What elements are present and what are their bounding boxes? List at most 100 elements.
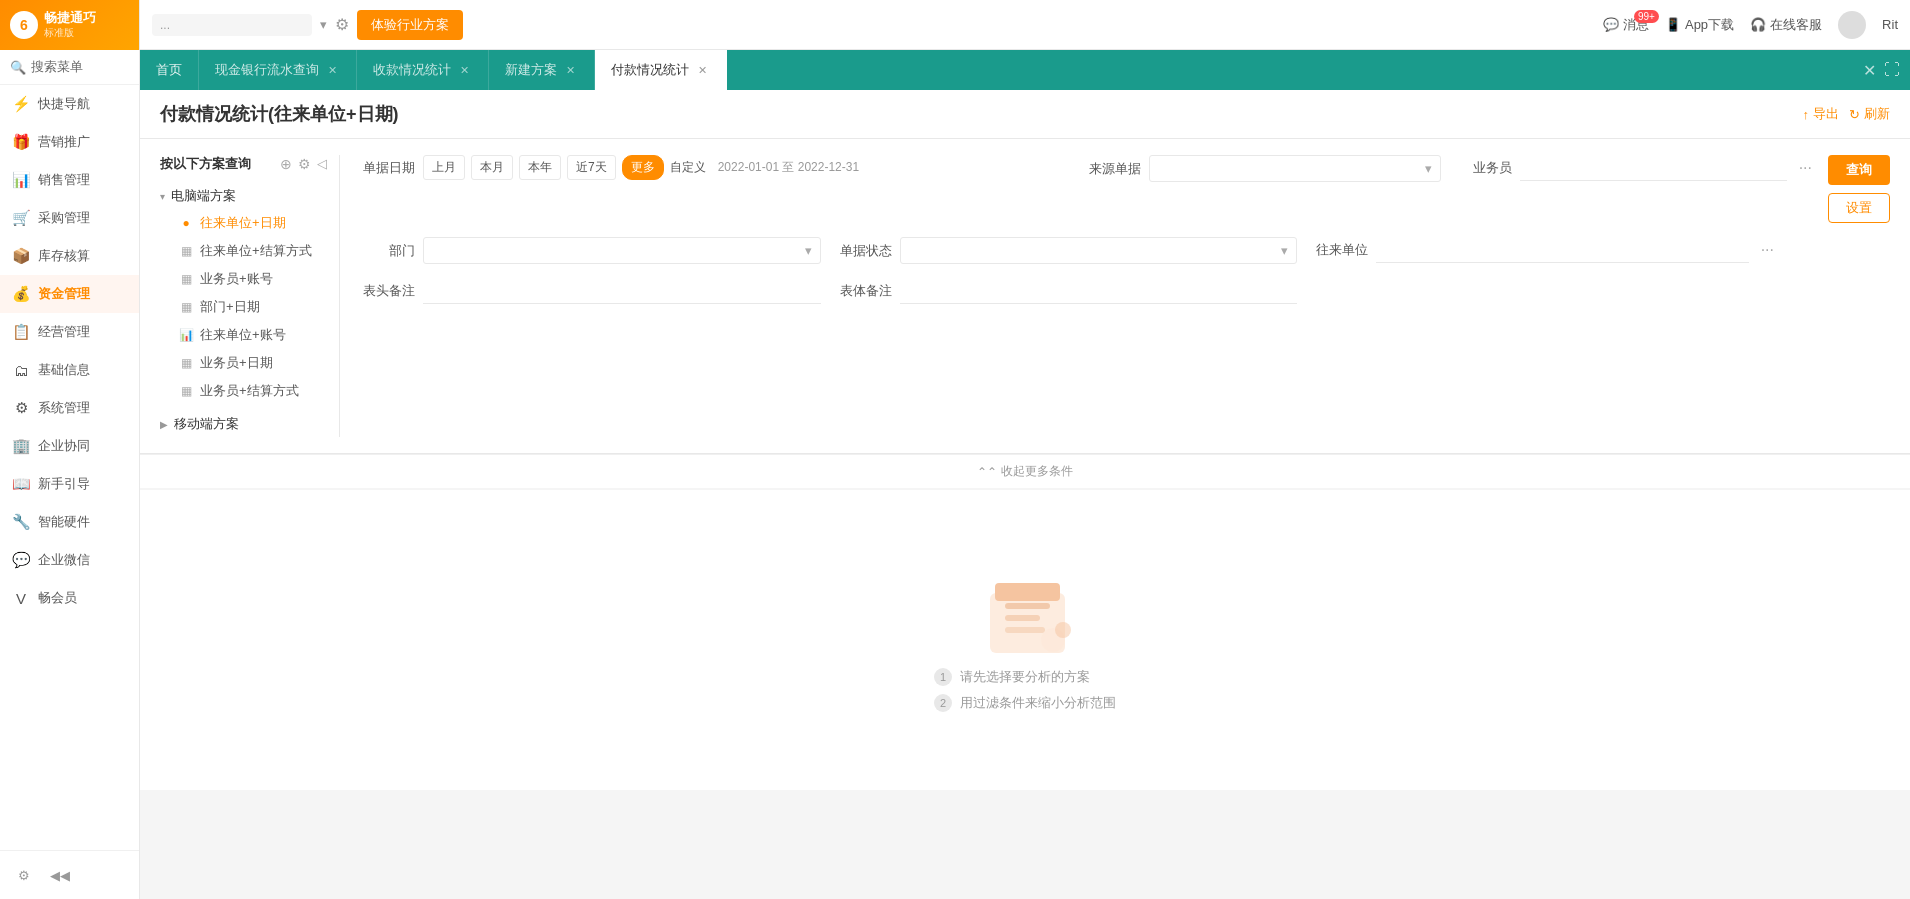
sidebar-item-enterprise[interactable]: 🏢 企业协同 — [0, 427, 139, 465]
tab-bank-close-icon[interactable]: ✕ — [325, 63, 340, 78]
mobile-scheme-group: ▶ 移动端方案 — [160, 411, 327, 437]
scheme-item-partner-account[interactable]: 📊 往来单位+账号 — [160, 321, 327, 349]
source-select[interactable]: ▾ — [1149, 155, 1441, 182]
footer-collapse-btn[interactable]: ◀◀ — [46, 861, 74, 889]
trial-button[interactable]: 体验行业方案 — [357, 10, 463, 40]
footer-settings-btn[interactable]: ⚙ — [10, 861, 38, 889]
date-btn-this-month[interactable]: 本月 — [471, 155, 513, 180]
scheme-item-chart-icon: 📊 — [178, 327, 194, 343]
sidebar-item-label: 库存核算 — [38, 247, 90, 265]
app-download-button[interactable]: 📱 App下载 — [1665, 16, 1734, 34]
scheme-item-dept-date[interactable]: ▦ 部门+日期 — [160, 293, 327, 321]
collapse-scheme-icon[interactable]: ◁ — [317, 156, 327, 172]
tab-payment[interactable]: 付款情况统计 ✕ — [595, 50, 727, 90]
search-menu[interactable]: 🔍 搜索菜单 — [0, 50, 139, 85]
scheme-item-staff-settle[interactable]: ▦ 业务员+结算方式 — [160, 377, 327, 405]
sidebar-item-sales[interactable]: 📊 销售管理 — [0, 161, 139, 199]
partner-input[interactable] — [1376, 237, 1748, 263]
docstatus-label: 单据状态 — [837, 242, 892, 260]
filter-row-1: 单据日期 上月 本月 本年 近7天 更多 自定义 2022-01-01 至 20… — [360, 155, 1890, 223]
dept-select[interactable]: ▾ — [423, 237, 821, 264]
system-icon: ⚙ — [12, 399, 30, 417]
tab-receipt-close-icon[interactable]: ✕ — [457, 63, 472, 78]
sidebar-item-system[interactable]: ⚙ 系统管理 — [0, 389, 139, 427]
bodynote-input[interactable] — [900, 278, 1298, 304]
sidebar-item-vip[interactable]: V 畅会员 — [0, 579, 139, 617]
tab-close-all-icon[interactable]: ✕ — [1863, 61, 1876, 80]
tab-home[interactable]: 首页 — [140, 50, 199, 90]
tab-receipt[interactable]: 收款情况统计 ✕ — [357, 50, 489, 90]
service-label: 在线客服 — [1770, 16, 1822, 34]
tab-new-plan-close-icon[interactable]: ✕ — [563, 63, 578, 78]
sidebar-item-label: 经营管理 — [38, 323, 90, 341]
sidebar-item-finance[interactable]: 💰 资金管理 — [0, 275, 139, 313]
sidebar-item-operations[interactable]: 📋 经营管理 — [0, 313, 139, 351]
inventory-icon: 📦 — [12, 247, 30, 265]
scheme-item-icon: ▦ — [178, 243, 194, 259]
topbar-chevron-icon[interactable]: ▾ — [320, 17, 327, 32]
sales-icon: 📊 — [12, 171, 30, 189]
tab-maximize-icon[interactable]: ⛶ — [1884, 61, 1900, 79]
topbar-gear-icon[interactable]: ⚙ — [335, 15, 349, 34]
date-btn-more[interactable]: 更多 — [622, 155, 664, 180]
scheme-item-partner-settle[interactable]: ▦ 往来单位+结算方式 — [160, 237, 327, 265]
sidebar-item-basic[interactable]: 🗂 基础信息 — [0, 351, 139, 389]
sidebar-item-marketing[interactable]: 🎁 营销推广 — [0, 123, 139, 161]
sidebar-item-purchase[interactable]: 🛒 采购管理 — [0, 199, 139, 237]
hint-text-1: 请先选择要分析的方案 — [960, 668, 1090, 686]
empty-state: 1 请先选择要分析的方案 2 用过滤条件来缩小分析范围 — [140, 490, 1910, 790]
collapse-conditions-button[interactable]: ⌃⌃ 收起更多条件 — [977, 463, 1073, 480]
staff-more-icon[interactable]: ··· — [1799, 159, 1812, 177]
docstatus-select[interactable]: ▾ — [900, 237, 1298, 264]
scheme-item-partner-date[interactable]: ● 往来单位+日期 — [160, 209, 327, 237]
empty-icon — [975, 568, 1075, 648]
sidebar-item-shortcuts[interactable]: ⚡ 快捷导航 — [0, 85, 139, 123]
filter-date-item: 单据日期 上月 本月 本年 近7天 更多 自定义 2022-01-01 至 20… — [360, 155, 1070, 180]
staff-input[interactable] — [1520, 155, 1787, 181]
sidebar: 6 畅捷通巧 标准版 🔍 搜索菜单 ⚡ 快捷导航 🎁 营销推广 📊 销售管理 🛒… — [0, 0, 140, 899]
headernote-input[interactable] — [423, 278, 821, 304]
svg-rect-1 — [995, 583, 1060, 601]
sidebar-item-label: 快捷导航 — [38, 95, 90, 113]
export-icon: ↑ — [1803, 107, 1810, 122]
pc-group-title[interactable]: ▾ 电脑端方案 — [160, 183, 327, 209]
mobile-group-title[interactable]: ▶ 移动端方案 — [160, 411, 327, 437]
partner-more-icon[interactable]: ··· — [1761, 241, 1774, 259]
sidebar-item-hardware[interactable]: 🔧 智能硬件 — [0, 503, 139, 541]
sidebar-item-inventory[interactable]: 📦 库存核算 — [0, 237, 139, 275]
sidebar-item-guide[interactable]: 📖 新手引导 — [0, 465, 139, 503]
scheme-item-staff-date[interactable]: ▦ 业务员+日期 — [160, 349, 327, 377]
sidebar-item-label: 企业协同 — [38, 437, 90, 455]
sidebar-item-label: 营销推广 — [38, 133, 90, 151]
tab-new-plan-label: 新建方案 — [505, 61, 557, 79]
tab-bank[interactable]: 现金银行流水查询 ✕ — [199, 50, 357, 90]
page-header-actions: ↑ 导出 ↻ 刷新 — [1803, 105, 1891, 123]
date-btn-last-month[interactable]: 上月 — [423, 155, 465, 180]
bodynote-label: 表体备注 — [837, 282, 892, 300]
username-label[interactable]: Rit — [1882, 17, 1898, 32]
tab-payment-close-icon[interactable]: ✕ — [695, 63, 710, 78]
scheme-item-staff-account[interactable]: ▦ 业务员+账号 — [160, 265, 327, 293]
sidebar-item-label: 系统管理 — [38, 399, 90, 417]
hint-text-2: 用过滤条件来缩小分析范围 — [960, 694, 1116, 712]
date-btn-7days[interactable]: 近7天 — [567, 155, 616, 180]
filter-staff-item: 业务员 ··· — [1457, 155, 1812, 181]
weixin-icon: 💬 — [12, 551, 30, 569]
tab-new-plan[interactable]: 新建方案 ✕ — [489, 50, 595, 90]
sidebar-item-label: 采购管理 — [38, 209, 90, 227]
scheme-item-label: 部门+日期 — [200, 298, 260, 316]
add-scheme-icon[interactable]: ⊕ — [280, 156, 292, 172]
filter-settings-button[interactable]: 设置 — [1828, 193, 1890, 223]
dept-select-arrow-icon: ▾ — [805, 243, 812, 258]
settings-scheme-icon[interactable]: ⚙ — [298, 156, 311, 172]
sidebar-item-weixin[interactable]: 💬 企业微信 — [0, 541, 139, 579]
message-button[interactable]: 💬 消息 99+ — [1603, 16, 1649, 34]
empty-hint-2: 2 用过滤条件来缩小分析范围 — [934, 694, 1116, 712]
user-avatar[interactable] — [1838, 11, 1866, 39]
service-button[interactable]: 🎧 在线客服 — [1750, 16, 1822, 34]
date-btn-this-year[interactable]: 本年 — [519, 155, 561, 180]
tab-bar: 首页 现金银行流水查询 ✕ 收款情况统计 ✕ 新建方案 ✕ 付款情况统计 ✕ ✕… — [140, 50, 1910, 90]
export-button[interactable]: ↑ 导出 — [1803, 105, 1840, 123]
query-button[interactable]: 查询 — [1828, 155, 1890, 185]
refresh-button[interactable]: ↻ 刷新 — [1849, 105, 1890, 123]
